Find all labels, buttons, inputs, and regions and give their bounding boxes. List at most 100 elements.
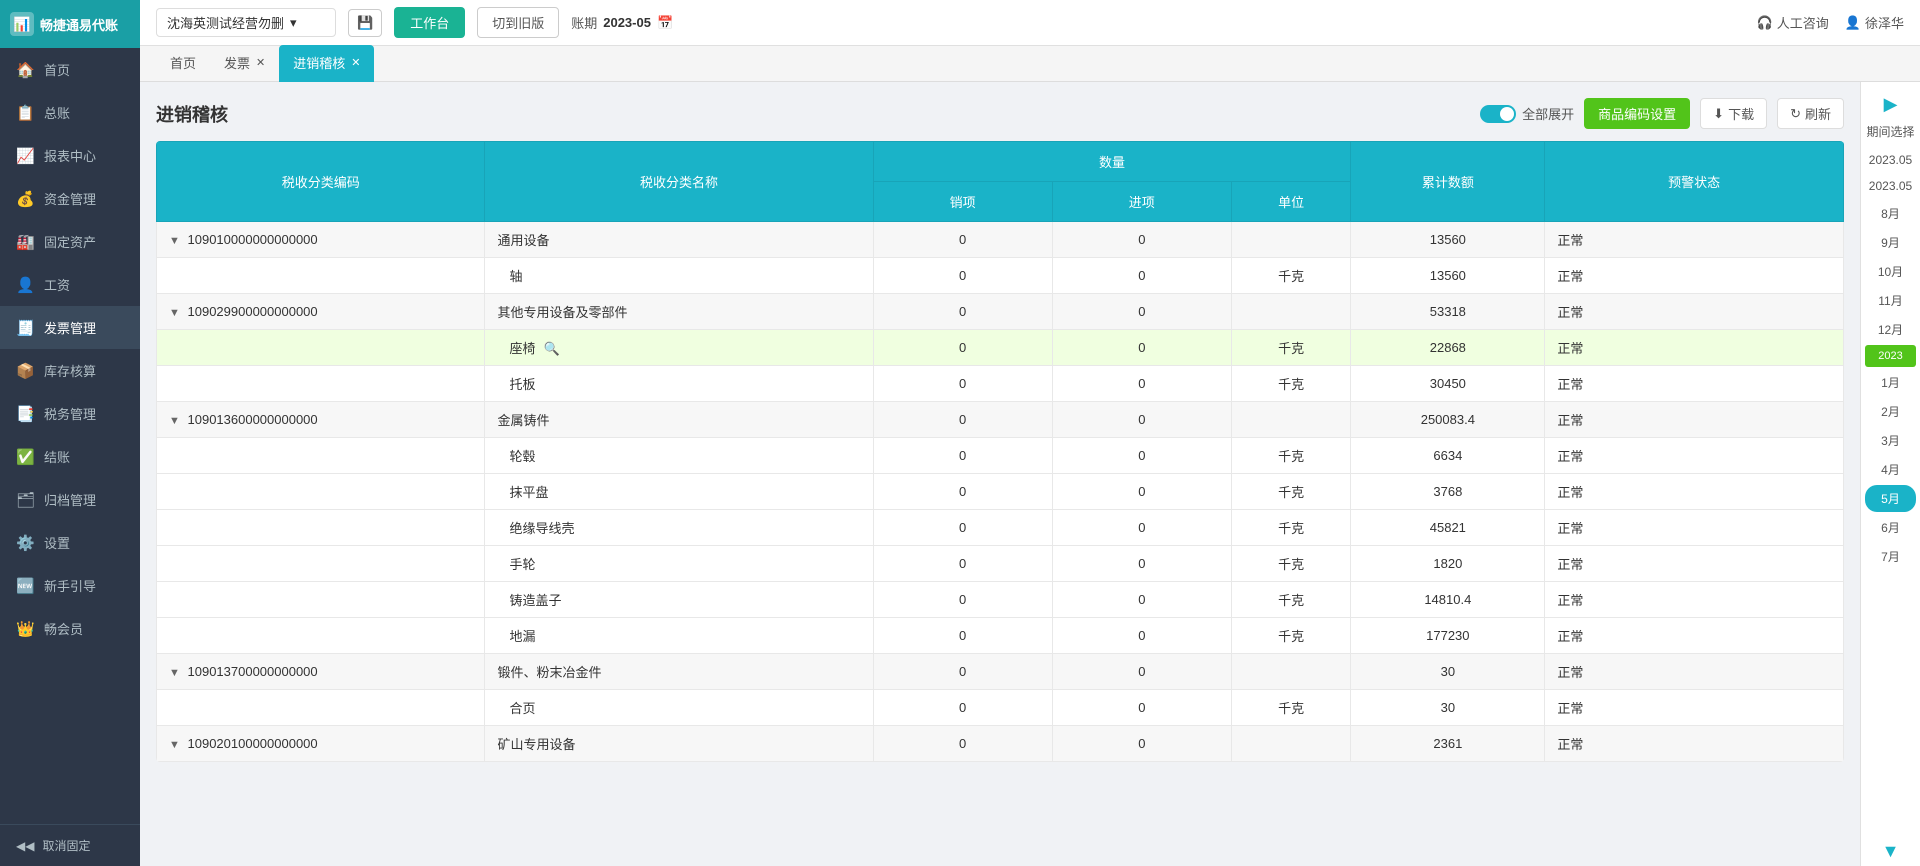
sidebar-item-label: 总账 [44, 103, 70, 122]
table-row[interactable]: 合页 0 0 千克 30 正常 [157, 690, 1844, 726]
row-status: 正常 [1545, 438, 1844, 474]
period-10[interactable]: 10月 [1865, 258, 1916, 285]
panel-scroll-down[interactable]: ▼ [1878, 837, 1904, 866]
sidebar-item-label: 发票管理 [44, 318, 96, 337]
row-name: 绝缘导线壳 [485, 510, 873, 546]
table-row[interactable]: 手轮 0 0 千克 1820 正常 [157, 546, 1844, 582]
save-draft-button[interactable]: 💾 [348, 9, 382, 37]
period-year-2023-label[interactable]: 2023.05 [1865, 174, 1916, 198]
sidebar-item-settle[interactable]: ✅ 结账 [0, 435, 140, 478]
download-button[interactable]: ⬇ 下载 [1700, 98, 1767, 129]
settle-icon: ✅ [16, 448, 34, 466]
sidebar-item-report[interactable]: 📈 报表中心 [0, 134, 140, 177]
table-row[interactable]: 座椅🔍 0 0 千克 22868 正常 [157, 330, 1844, 366]
sidebar-item-guide[interactable]: 🆕 新手引导 [0, 564, 140, 607]
tab-check-close[interactable]: ✕ [351, 56, 360, 69]
tab-home[interactable]: 首页 [156, 45, 210, 82]
switch-version-button[interactable]: 切到旧版 [477, 7, 559, 38]
period-1[interactable]: 1月 [1865, 369, 1916, 396]
period-display: 账期 2023-05 📅 [571, 13, 673, 32]
period-7[interactable]: 7月 [1865, 543, 1916, 570]
row-unit: 千克 [1231, 690, 1350, 726]
workbench-button[interactable]: 工作台 [394, 7, 465, 38]
sidebar-item-archive[interactable]: 🗂 归档管理 [0, 478, 140, 521]
product-code-button[interactable]: 商品编码设置 [1584, 98, 1690, 129]
table-row[interactable]: 托板 0 0 千克 30450 正常 [157, 366, 1844, 402]
row-status: 正常 [1545, 510, 1844, 546]
sidebar-item-home[interactable]: 🏠 首页 [0, 48, 140, 91]
table-row[interactable]: 地漏 0 0 千克 177230 正常 [157, 618, 1844, 654]
th-name: 税收分类名称 [485, 142, 873, 222]
table-row[interactable]: 铸造盖子 0 0 千克 14810.4 正常 [157, 582, 1844, 618]
period-11[interactable]: 11月 [1865, 287, 1916, 314]
sidebar-item-ledger[interactable]: 📋 总账 [0, 91, 140, 134]
row-unit [1231, 726, 1350, 762]
tab-invoice[interactable]: 发票 ✕ [210, 45, 279, 82]
user-profile[interactable]: 👤 徐泽华 [1845, 13, 1904, 32]
unpin-label: 取消固定 [42, 837, 90, 854]
period-5[interactable]: 5月 [1865, 485, 1916, 512]
toggle-switch[interactable] [1480, 105, 1516, 123]
row-purchase: 0 [1052, 402, 1231, 438]
period-3[interactable]: 3月 [1865, 427, 1916, 454]
period-9[interactable]: 9月 [1865, 229, 1916, 256]
tab-check[interactable]: 进销稽核 ✕ [279, 45, 374, 82]
expand-toggle[interactable]: 全部展开 [1480, 104, 1574, 123]
support-button[interactable]: 🎧 人工咨询 [1757, 13, 1829, 32]
tab-invoice-label: 发票 [224, 53, 250, 72]
period-8[interactable]: 8月 [1865, 200, 1916, 227]
row-name: 抹平盘 [485, 474, 873, 510]
sidebar-item-invoice[interactable]: 🧾 发票管理 [0, 306, 140, 349]
period-2[interactable]: 2月 [1865, 398, 1916, 425]
expand-icon[interactable]: ▼ [169, 667, 180, 679]
table-row[interactable]: 轴 0 0 千克 13560 正常 [157, 258, 1844, 294]
th-status: 预警状态 [1545, 142, 1844, 222]
data-table: 税收分类编码 税收分类名称 数量 累计数额 [156, 141, 1844, 762]
search-icon[interactable]: 🔍 [543, 341, 559, 356]
expand-icon[interactable]: ▼ [169, 739, 180, 751]
fund-icon: 💰 [16, 190, 34, 208]
row-sale: 0 [873, 222, 1052, 258]
table-row: ▼ 109013600000000000 金属铸件 0 0 250083.4 正… [157, 402, 1844, 438]
th-code: 税收分类编码 [157, 142, 485, 222]
period-6[interactable]: 6月 [1865, 514, 1916, 541]
sidebar-item-fund[interactable]: 💰 资金管理 [0, 177, 140, 220]
row-unit: 千克 [1231, 474, 1350, 510]
row-sale: 0 [873, 474, 1052, 510]
row-unit [1231, 222, 1350, 258]
page-title: 进销稽核 [156, 101, 228, 127]
expand-icon[interactable]: ▼ [169, 235, 180, 247]
row-unit: 千克 [1231, 582, 1350, 618]
table-row[interactable]: 绝缘导线壳 0 0 千克 45821 正常 [157, 510, 1844, 546]
ledger-icon: 📋 [16, 104, 34, 122]
panel-collapse-arrow[interactable]: ▶ [1880, 90, 1902, 119]
expand-icon[interactable]: ▼ [169, 307, 180, 319]
sidebar-item-member[interactable]: 👑 畅会员 [0, 607, 140, 650]
unpin-button[interactable]: ◀◀ 取消固定 [0, 824, 140, 866]
sidebar-item-label: 首页 [44, 60, 70, 79]
tax-icon: 📑 [16, 405, 34, 423]
sidebar-item-settings[interactable]: ⚙️ 设置 [0, 521, 140, 564]
period-year-2023-top[interactable]: 2023.05 [1865, 148, 1916, 172]
refresh-button[interactable]: ↻ 刷新 [1777, 98, 1844, 129]
sidebar-item-asset[interactable]: 🏭 固定资产 [0, 220, 140, 263]
sidebar-item-wage[interactable]: 👤 工资 [0, 263, 140, 306]
table-row[interactable]: 抹平盘 0 0 千克 3768 正常 [157, 474, 1844, 510]
row-code [157, 258, 485, 294]
period-4[interactable]: 4月 [1865, 456, 1916, 483]
sidebar-item-tax[interactable]: 📑 税务管理 [0, 392, 140, 435]
row-code [157, 330, 485, 366]
row-sale: 0 [873, 690, 1052, 726]
row-total: 13560 [1351, 222, 1545, 258]
row-name: 地漏 [485, 618, 873, 654]
tab-home-label: 首页 [170, 53, 196, 72]
expand-icon[interactable]: ▼ [169, 415, 180, 427]
table-row[interactable]: 轮毂 0 0 千克 6634 正常 [157, 438, 1844, 474]
company-selector[interactable]: 沈海英测试经营勿删 ▾ [156, 8, 336, 37]
calendar-icon[interactable]: 📅 [657, 15, 673, 31]
row-code [157, 510, 485, 546]
period-12[interactable]: 12月 [1865, 316, 1916, 343]
tab-invoice-close[interactable]: ✕ [256, 56, 265, 69]
sidebar-item-inventory[interactable]: 📦 库存核算 [0, 349, 140, 392]
sidebar-item-label: 畅会员 [44, 619, 83, 638]
